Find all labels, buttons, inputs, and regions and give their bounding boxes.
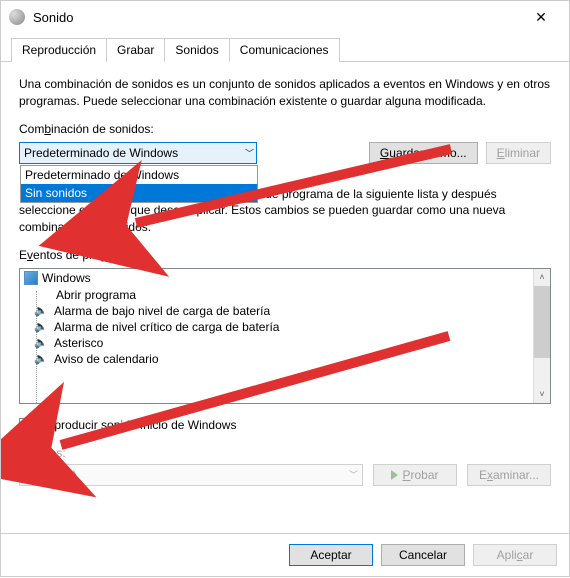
scroll-up-button[interactable]: ˄: [534, 269, 550, 286]
events-items: Abrir programa Alarma de bajo nivel de c…: [20, 287, 550, 367]
scheme-combobox[interactable]: Predeterminado de Windows ﹀ Predetermina…: [19, 142, 257, 164]
tab-sonidos[interactable]: Sonidos: [164, 38, 229, 62]
tab-comunicaciones[interactable]: Comunicaciones: [229, 38, 340, 62]
events-label: Eventos de programa:: [19, 248, 551, 262]
tab-reproduccion[interactable]: Reproducción: [11, 38, 107, 62]
startup-sound-checkbox[interactable]: [19, 418, 33, 432]
events-listbox[interactable]: Windows Abrir programa Alarma de bajo ni…: [19, 268, 551, 404]
browse-button: Examinar...: [467, 464, 551, 486]
test-button: Probar: [373, 464, 457, 486]
app-icon: [9, 9, 25, 25]
save-as-button[interactable]: Guardar como...: [369, 142, 478, 164]
scheme-dropdown: Predeterminado de Windows Sin sonidos: [20, 165, 258, 203]
sounds-label: Sonidos:: [19, 446, 551, 460]
scheme-selected-value: Predeterminado de Windows: [24, 146, 178, 160]
event-item[interactable]: Alarma de bajo nivel de carga de batería: [20, 303, 550, 319]
scheme-description: Una combinación de sonidos es un conjunt…: [19, 76, 551, 110]
dialog-button-row: Aceptar Cancelar Aplicar: [1, 533, 569, 576]
close-button[interactable]: ✕: [521, 3, 561, 31]
window-title: Sonido: [33, 10, 521, 25]
scheme-label: Combinación de sonidos:: [19, 122, 551, 136]
sound-file-combobox: (Ninguno) ﹀: [19, 464, 363, 486]
ok-button[interactable]: Aceptar: [289, 544, 373, 566]
speaker-icon: [34, 320, 48, 334]
event-item[interactable]: Asterisco: [20, 335, 550, 351]
speaker-icon: [34, 336, 48, 350]
tab-grabar[interactable]: Grabar: [106, 38, 165, 62]
event-item[interactable]: Alarma de nivel crítico de carga de bate…: [20, 319, 550, 335]
startup-sound-label: Reproducir sonido Inicio de Windows: [39, 418, 236, 432]
events-root[interactable]: Windows: [20, 269, 550, 287]
cancel-button[interactable]: Cancelar: [381, 544, 465, 566]
scheme-option-nosounds[interactable]: Sin sonidos: [21, 184, 257, 202]
scrollbar[interactable]: ˄ ˅: [533, 269, 550, 403]
speaker-icon: [34, 352, 48, 366]
speaker-icon: [34, 304, 48, 318]
titlebar: Sonido ✕: [1, 1, 569, 33]
event-item[interactable]: Abrir programa: [20, 287, 550, 303]
scroll-thumb[interactable]: [534, 286, 550, 358]
chevron-down-icon: ﹀: [349, 468, 358, 481]
windows-icon: [24, 271, 38, 285]
delete-button: Eliminar: [486, 142, 551, 164]
scroll-down-button[interactable]: ˅: [534, 386, 550, 403]
chevron-down-icon: ﹀: [245, 146, 254, 159]
apply-button: Aplicar: [473, 544, 557, 566]
scheme-option-default[interactable]: Predeterminado de Windows: [21, 166, 257, 184]
play-icon: [391, 470, 398, 480]
tab-strip: Reproducción Grabar Sonidos Comunicacion…: [1, 33, 569, 62]
event-item[interactable]: Aviso de calendario: [20, 351, 550, 367]
tab-content: Una combinación de sonidos es un conjunt…: [1, 62, 569, 496]
